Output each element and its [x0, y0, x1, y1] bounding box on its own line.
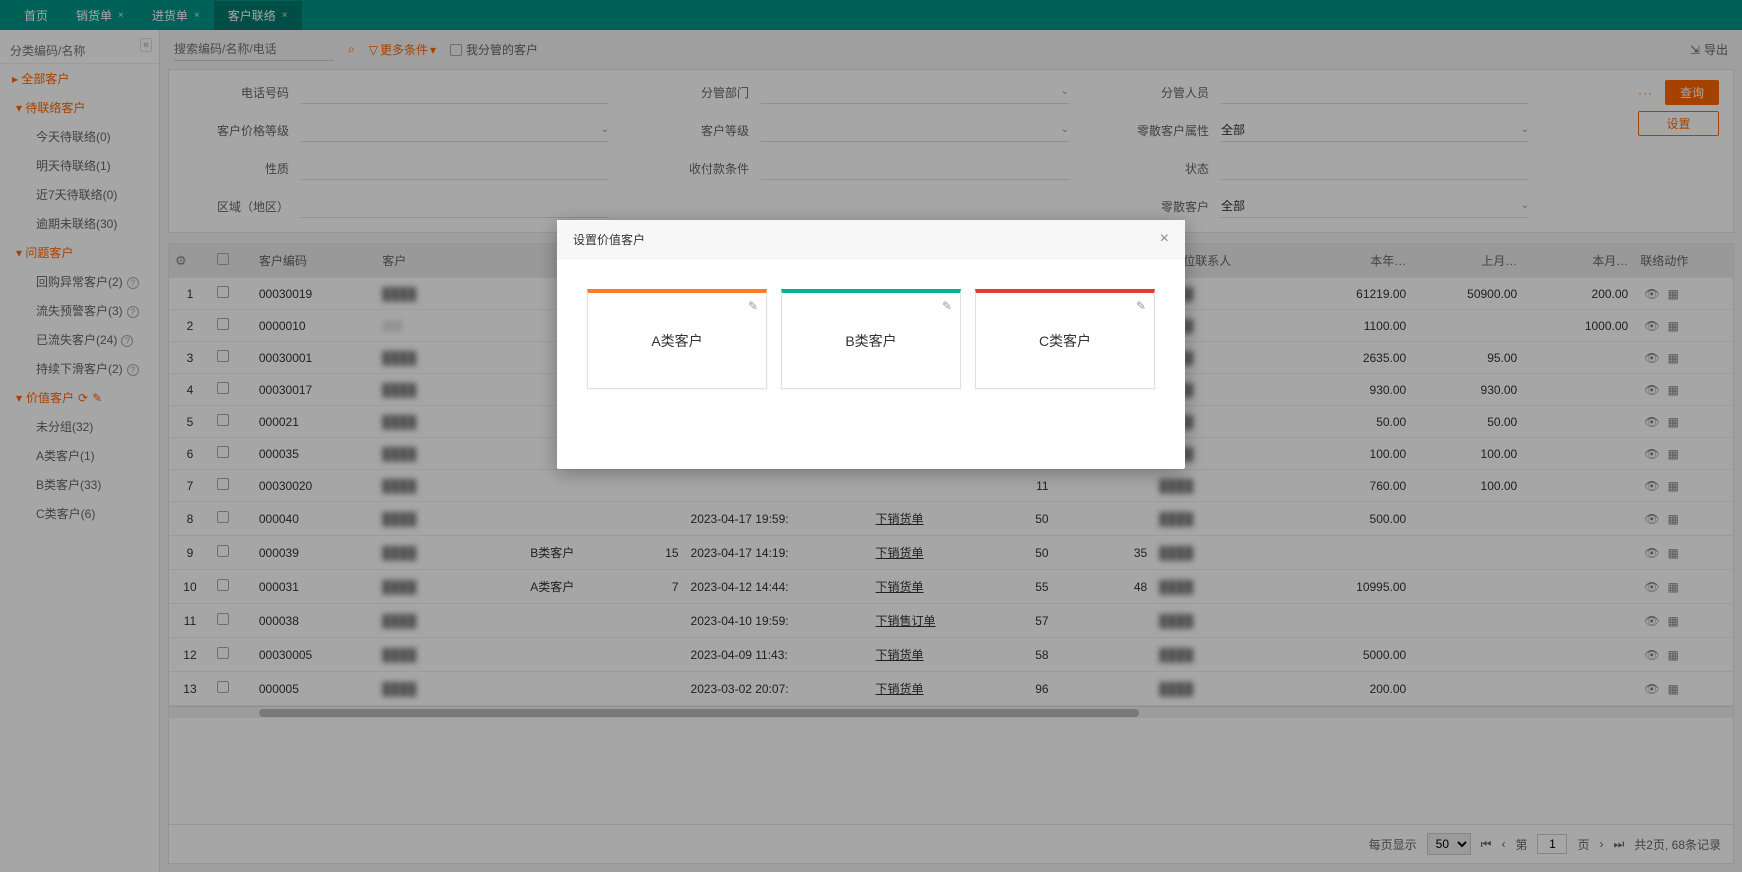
edit-icon[interactable]: ✎ [942, 299, 952, 313]
edit-icon[interactable]: ✎ [748, 299, 758, 313]
card-class-c[interactable]: ✎ C类客户 [975, 289, 1155, 389]
close-icon[interactable]: × [1160, 230, 1169, 248]
modal-title: 设置价值客户 [573, 231, 645, 248]
card-class-a[interactable]: ✎ A类客户 [587, 289, 767, 389]
card-class-b[interactable]: ✎ B类客户 [781, 289, 961, 389]
value-customer-modal: 设置价值客户 × ✎ A类客户 ✎ B类客户 ✎ C类客户 [557, 220, 1185, 469]
edit-icon[interactable]: ✎ [1136, 299, 1146, 313]
modal-overlay: 设置价值客户 × ✎ A类客户 ✎ B类客户 ✎ C类客户 [0, 0, 1742, 872]
